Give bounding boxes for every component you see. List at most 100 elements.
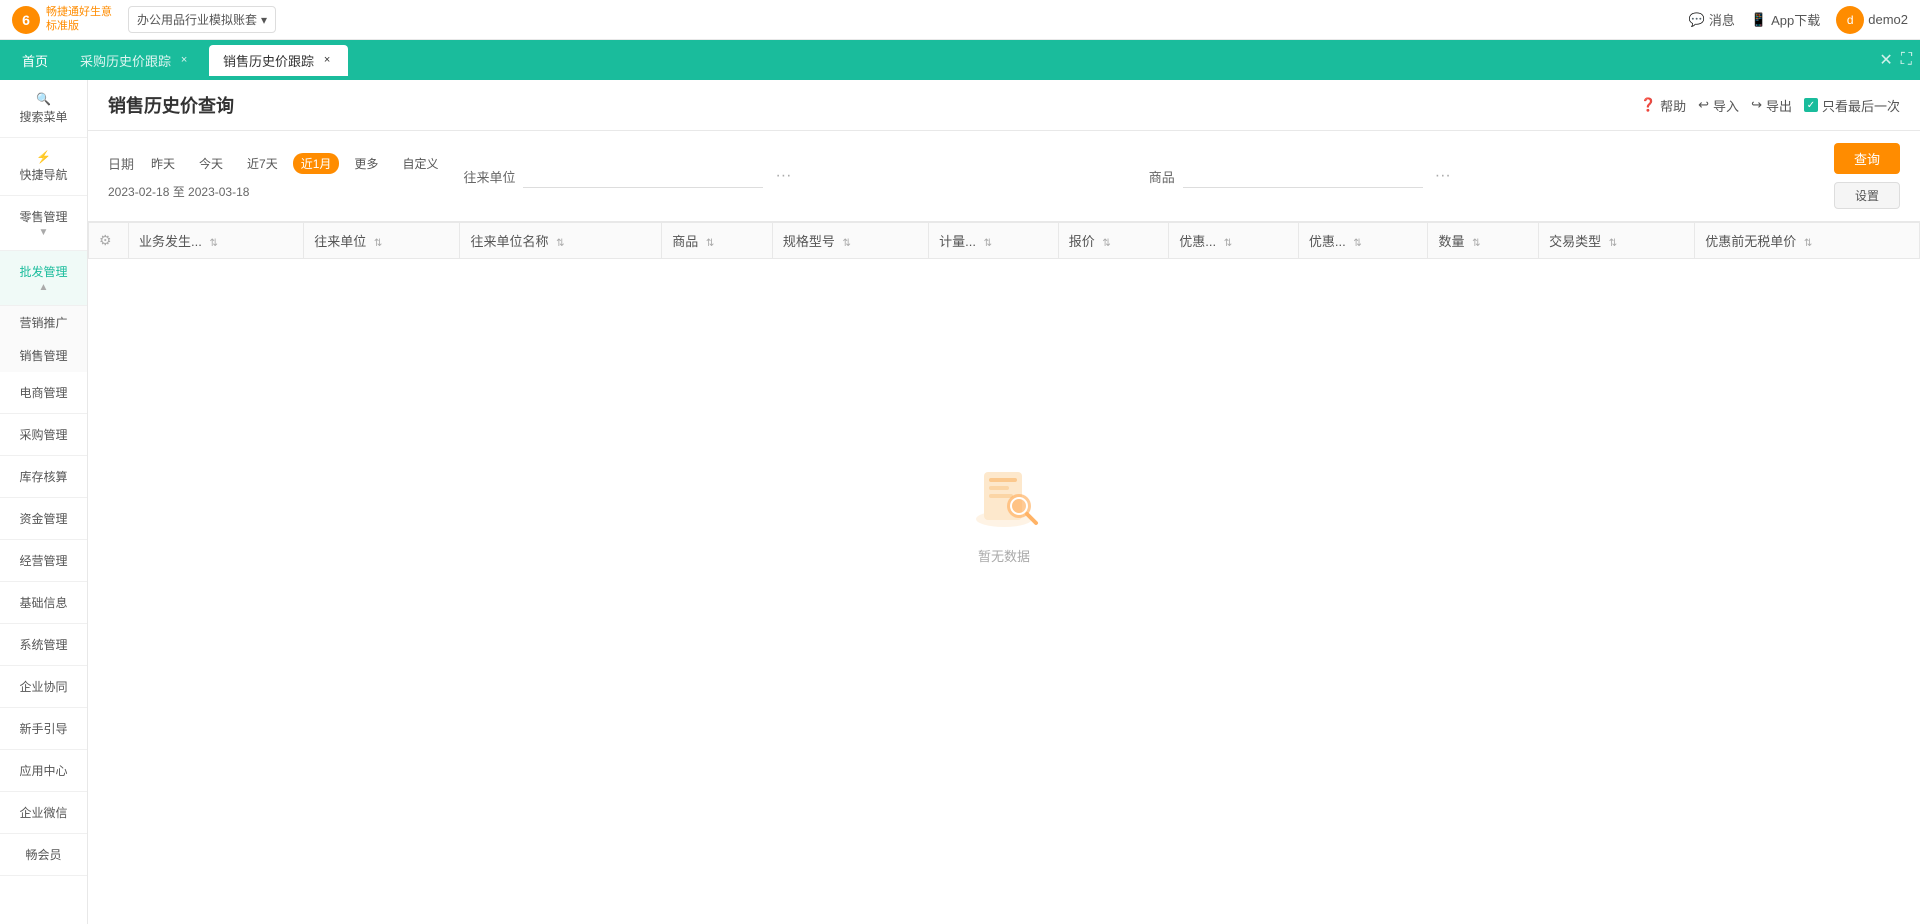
tab-purchase[interactable]: 采购历史价跟踪 × [66, 45, 205, 76]
product-filter: 商品 ··· [1149, 164, 1818, 188]
col-discount2[interactable]: 优惠... ⇅ [1298, 223, 1428, 259]
query-button[interactable]: 查询 [1834, 143, 1900, 174]
import-icon: ↩ [1698, 97, 1709, 113]
export-button[interactable]: ↪ 导出 [1751, 96, 1792, 115]
sidebar-item-purchase[interactable]: 采购管理 [0, 414, 87, 456]
user-profile[interactable]: d demo2 [1836, 6, 1908, 34]
settings-button[interactable]: 设置 [1834, 182, 1900, 209]
sidebar-item-appstore[interactable]: 应用中心 [0, 750, 87, 792]
sort-icon: ⇅ [1102, 238, 1110, 249]
empty-text: 暂无数据 [978, 546, 1030, 565]
sidebar-item-system[interactable]: 系统管理 [0, 624, 87, 666]
logo-area: 6 畅捷通好生意 标准版 [12, 6, 112, 34]
product-label: 商品 [1149, 167, 1175, 186]
col-unit[interactable]: 计量... ⇅ [929, 223, 1059, 259]
tab-bar: 首页 采购历史价跟踪 × 销售历史价跟踪 × ✕ ⛶ [0, 40, 1920, 80]
message-icon: 💬 [1689, 12, 1705, 28]
logo-icon: 6 [12, 6, 40, 34]
sidebar-item-search[interactable]: 🔍 搜索菜单 [0, 80, 87, 138]
last-only-checkbox[interactable]: ✓ 只看最后一次 [1804, 96, 1900, 115]
from-unit-dots[interactable]: ··· [775, 167, 791, 185]
sort-icon: ⇅ [209, 238, 217, 249]
col-biz-date[interactable]: 业务发生... ⇅ [129, 223, 304, 259]
from-unit-input[interactable] [523, 164, 763, 188]
table-container: ⚙ 业务发生... ⇅ 往来单位 ⇅ 往来单位名称 [88, 222, 1920, 924]
top-bar-left: 6 畅捷通好生意 标准版 办公用品行业模拟账套 ▾ [12, 6, 276, 34]
chevron-down-icon: ▾ [261, 13, 267, 27]
sort-icon: ⇅ [1804, 238, 1812, 249]
filter-row: 日期 昨天 今天 近7天 近1月 更多 自定义 2023-02-18 至 202… [108, 143, 1900, 209]
col-quantity[interactable]: 数量 ⇅ [1428, 223, 1539, 259]
col-unit-name[interactable]: 往来单位名称 ⇅ [460, 223, 662, 259]
message-button[interactable]: 💬 消息 [1689, 10, 1735, 29]
tab-home-label: 首页 [22, 51, 48, 70]
content-body: ⚙ 业务发生... ⇅ 往来单位 ⇅ 往来单位名称 [88, 222, 1920, 924]
col-quote[interactable]: 报价 ⇅ [1058, 223, 1169, 259]
sidebar-item-finance[interactable]: 资金管理 [0, 498, 87, 540]
sidebar-item-retail[interactable]: 零售管理 ▼ [0, 196, 87, 251]
col-settings: ⚙ [89, 223, 129, 259]
col-unit-code[interactable]: 往来单位 ⇅ [304, 223, 460, 259]
tab-bar-actions: ✕ ⛶ [1879, 50, 1912, 70]
col-product[interactable]: 商品 ⇅ [662, 223, 773, 259]
shortcuts-icon: ⚡ [36, 150, 51, 164]
sort-icon: ⇅ [1609, 238, 1617, 249]
sidebar-item-wholesale[interactable]: 批发管理 ▲ [0, 251, 87, 306]
search-icon: 🔍 [36, 92, 51, 106]
col-pre-tax[interactable]: 优惠前无税单价 ⇅ [1695, 223, 1920, 259]
sidebar-item-wechat[interactable]: 企业微信 [0, 792, 87, 834]
col-spec[interactable]: 规格型号 ⇅ [772, 223, 928, 259]
tab-maximize-button[interactable]: ⛶ [1901, 51, 1912, 69]
product-dots[interactable]: ··· [1435, 167, 1451, 185]
help-button[interactable]: ❓ 帮助 [1640, 96, 1686, 115]
app-selector[interactable]: 办公用品行业模拟账套 ▾ [128, 6, 276, 33]
checkbox-icon: ✓ [1804, 98, 1818, 112]
tab-sales[interactable]: 销售历史价跟踪 × [209, 45, 348, 76]
sidebar-item-basic[interactable]: 基础信息 [0, 582, 87, 624]
tab-sales-label: 销售历史价跟踪 [223, 51, 314, 70]
sidebar-item-inventory[interactable]: 库存核算 [0, 456, 87, 498]
sidebar-item-marketing[interactable]: 营销推广 [0, 306, 87, 339]
sidebar: 🔍 搜索菜单 ⚡ 快捷导航 零售管理 ▼ 批发管理 ▲ 营销推广 销售管理 电商… [0, 80, 88, 924]
sidebar-item-newbie[interactable]: 新手引导 [0, 708, 87, 750]
sort-icon: ⇅ [1472, 238, 1480, 249]
main: 🔍 搜索菜单 ⚡ 快捷导航 零售管理 ▼ 批发管理 ▲ 营销推广 销售管理 电商… [0, 80, 1920, 924]
date-filter: 日期 昨天 今天 近7天 近1月 更多 自定义 2023-02-18 至 202… [108, 152, 447, 200]
from-unit-filter: 往来单位 ··· [463, 164, 1132, 188]
date-btn-1month[interactable]: 近1月 [293, 153, 340, 174]
import-button[interactable]: ↩ 导入 [1698, 96, 1739, 115]
sidebar-item-ops[interactable]: 经营管理 [0, 540, 87, 582]
sort-icon: ⇅ [984, 238, 992, 249]
chevron-down-icon: ▼ [39, 227, 49, 238]
date-btn-custom[interactable]: 自定义 [393, 152, 447, 175]
date-btn-more[interactable]: 更多 [345, 152, 387, 175]
from-unit-label: 往来单位 [463, 167, 515, 186]
gear-icon[interactable]: ⚙ [99, 232, 112, 248]
tab-purchase-label: 采购历史价跟踪 [80, 51, 171, 70]
tab-sales-close[interactable]: × [320, 53, 334, 67]
export-icon: ↪ [1751, 97, 1762, 113]
date-btn-today[interactable]: 今天 [190, 152, 232, 175]
col-discount1[interactable]: 优惠... ⇅ [1169, 223, 1299, 259]
col-trade-type[interactable]: 交易类型 ⇅ [1539, 223, 1695, 259]
tab-close-all-button[interactable]: ✕ [1879, 50, 1892, 70]
date-btn-7days[interactable]: 近7天 [238, 152, 287, 175]
tab-purchase-close[interactable]: × [177, 53, 191, 67]
sidebar-item-sales-mgmt[interactable]: 销售管理 [0, 339, 87, 372]
sidebar-item-shortcuts[interactable]: ⚡ 快捷导航 [0, 138, 87, 196]
sort-icon: ⇅ [556, 238, 564, 249]
product-input[interactable] [1183, 164, 1423, 188]
filter-actions: 查询 设置 [1834, 143, 1900, 209]
sidebar-item-member[interactable]: 畅会员 [0, 834, 87, 876]
sort-icon: ⇅ [374, 238, 382, 249]
sort-icon: ⇅ [1224, 238, 1232, 249]
sidebar-item-ecommerce[interactable]: 电商管理 [0, 372, 87, 414]
empty-state: 暂无数据 [88, 259, 1920, 759]
tab-home[interactable]: 首页 [8, 45, 62, 76]
date-options: 昨天 今天 近7天 近1月 更多 自定义 [142, 152, 447, 175]
sidebar-item-corp[interactable]: 企业协同 [0, 666, 87, 708]
date-btn-yesterday[interactable]: 昨天 [142, 152, 184, 175]
table-header-row: ⚙ 业务发生... ⇅ 往来单位 ⇅ 往来单位名称 [89, 223, 1920, 259]
download-button[interactable]: 📱 App下载 [1751, 10, 1820, 29]
avatar: d [1836, 6, 1864, 34]
